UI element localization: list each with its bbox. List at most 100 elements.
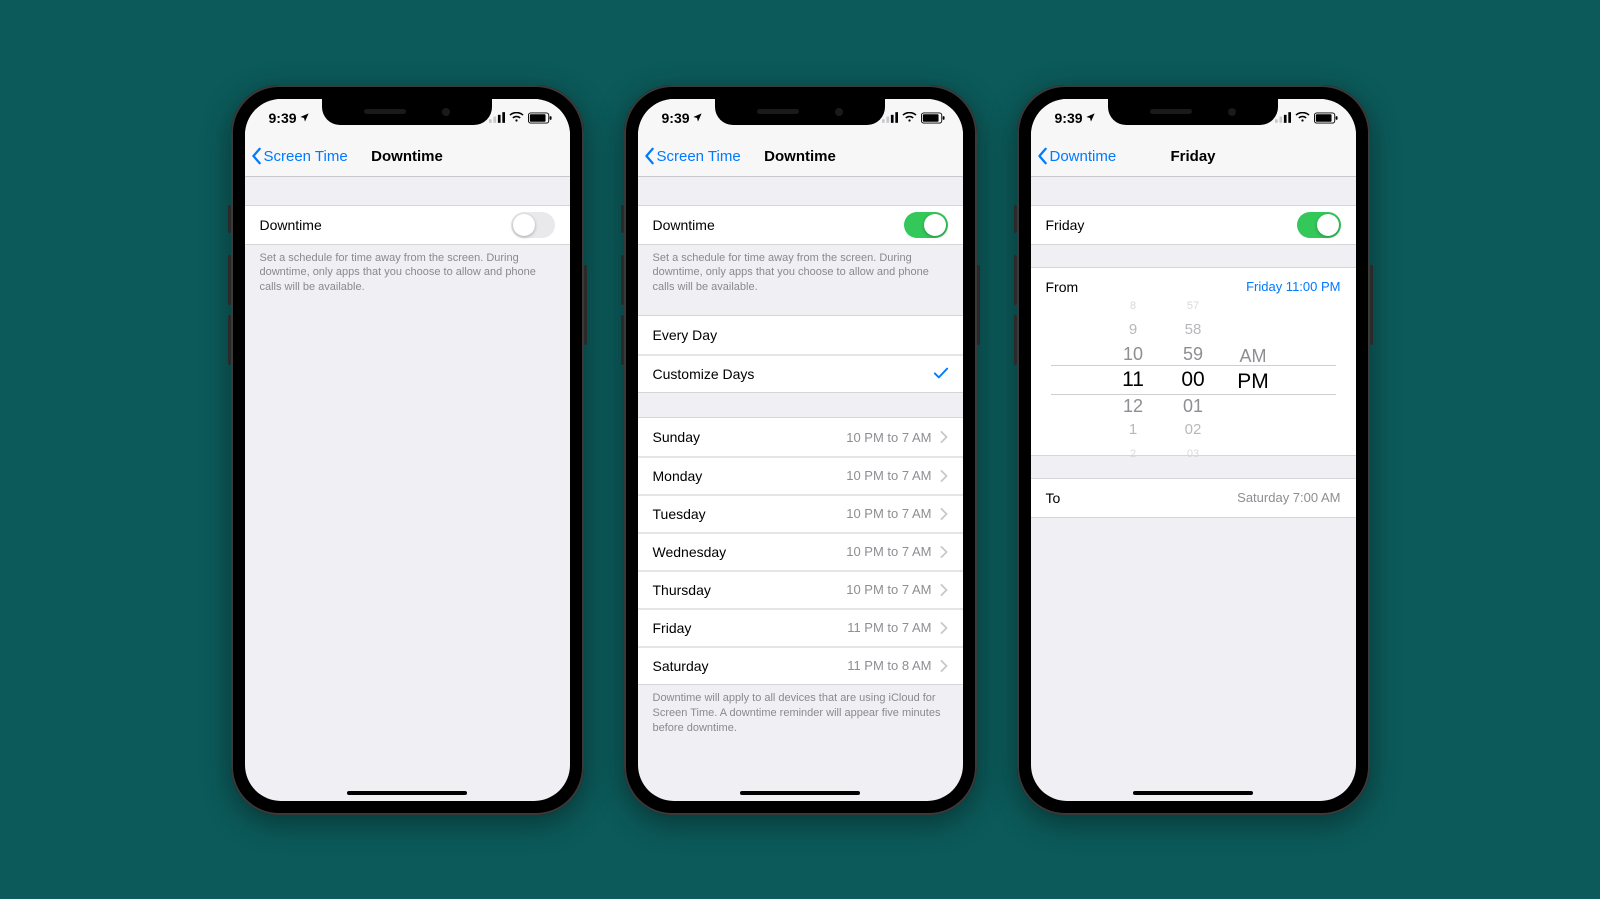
chevron-left-icon (644, 147, 656, 165)
picker-value: 00 (1181, 366, 1204, 394)
picker-value: 12 (1123, 394, 1143, 418)
picker-value: 02 (1185, 418, 1202, 442)
chevron-left-icon (1037, 147, 1049, 165)
nav-bar: Screen Time Downtime (245, 137, 570, 177)
time-range: 10 PM to 7 AM (846, 582, 931, 597)
downtime-toggle[interactable] (904, 212, 948, 238)
picker-minutes[interactable]: 57585900010203 (1163, 306, 1223, 455)
back-button[interactable]: Screen Time (644, 147, 741, 165)
to-group: To Saturday 7:00 AM (1031, 478, 1356, 518)
customize-days-row[interactable]: Customize Days (638, 354, 963, 392)
day-row-sunday[interactable]: Sunday10 PM to 7 AM (638, 418, 963, 456)
day-row-tuesday[interactable]: Tuesday10 PM to 7 AM (638, 494, 963, 532)
location-icon (299, 112, 310, 123)
chevron-right-icon (940, 546, 948, 558)
time-picker[interactable]: 8910111212 57585900010203 AMPM (1031, 306, 1356, 456)
phone-frame-3: 9:39 Downtime Friday Friday (1017, 85, 1370, 815)
battery-icon (1314, 112, 1338, 124)
volume-down-button (228, 315, 231, 365)
downtime-group: Downtime (245, 205, 570, 245)
notch (715, 99, 885, 125)
time-range: 10 PM to 7 AM (846, 506, 931, 521)
volume-up-button (621, 255, 624, 305)
row-label: To (1046, 490, 1238, 506)
row-label: Sunday (653, 429, 847, 445)
content-area: Downtime Set a schedule for time away fr… (245, 177, 570, 801)
schedule-mode-group: Every Day Customize Days (638, 315, 963, 393)
status-time: 9:39 (1055, 110, 1083, 126)
row-label: Saturday (653, 658, 848, 674)
mute-switch (1014, 205, 1017, 233)
location-icon (1085, 112, 1096, 123)
notch (322, 99, 492, 125)
row-label: Friday (1046, 217, 1297, 233)
picker-value: AM (1240, 344, 1267, 368)
every-day-row[interactable]: Every Day (638, 316, 963, 354)
content-area: Friday From Friday 11:00 PM 8910111212 5… (1031, 177, 1356, 801)
downtime-toggle-row[interactable]: Downtime (245, 206, 570, 244)
back-button[interactable]: Downtime (1037, 147, 1117, 165)
time-range: 10 PM to 7 AM (846, 430, 931, 445)
volume-down-button (621, 315, 624, 365)
time-range: 10 PM to 7 AM (846, 544, 931, 559)
volume-up-button (228, 255, 231, 305)
side-button (1370, 265, 1373, 345)
row-label: Thursday (653, 582, 847, 598)
time-range: 11 PM to 7 AM (847, 620, 931, 635)
picker-value: 8 (1130, 294, 1136, 318)
row-label: Monday (653, 468, 847, 484)
downtime-toggle-row[interactable]: Downtime (638, 206, 963, 244)
day-toggle[interactable] (1297, 212, 1341, 238)
side-button (584, 265, 587, 345)
back-label: Downtime (1050, 148, 1117, 165)
day-row-wednesday[interactable]: Wednesday10 PM to 7 AM (638, 532, 963, 570)
chevron-right-icon (940, 660, 948, 672)
picker-value: 58 (1185, 318, 1202, 342)
chevron-left-icon (251, 147, 263, 165)
back-button[interactable]: Screen Time (251, 147, 348, 165)
row-label: Friday (653, 620, 848, 636)
checkmark-icon (934, 366, 948, 382)
notch (1108, 99, 1278, 125)
day-row-friday[interactable]: Friday11 PM to 7 AM (638, 608, 963, 646)
chevron-right-icon (940, 584, 948, 596)
day-toggle-group: Friday (1031, 205, 1356, 245)
downtime-toggle[interactable] (511, 212, 555, 238)
picker-ampm[interactable]: AMPM (1223, 306, 1283, 455)
volume-down-button (1014, 315, 1017, 365)
picker-value: 9 (1129, 318, 1137, 342)
screen-1: 9:39 Screen Time Downtime Downtime (245, 99, 570, 801)
screen-2: 9:39 Screen Time Downtime Downtime (638, 99, 963, 801)
picker-value: PM (1237, 368, 1269, 396)
volume-up-button (1014, 255, 1017, 305)
cellular-icon (882, 112, 898, 123)
phone-frame-2: 9:39 Screen Time Downtime Downtime (624, 85, 977, 815)
row-label: Wednesday (653, 544, 847, 560)
location-icon (692, 112, 703, 123)
home-indicator[interactable] (740, 791, 860, 795)
row-label: Every Day (653, 327, 948, 343)
phone-frame-1: 9:39 Screen Time Downtime Downtime (231, 85, 584, 815)
nav-bar: Screen Time Downtime (638, 137, 963, 177)
time-range: 11 PM to 8 AM (847, 658, 931, 673)
cellular-icon (489, 112, 505, 123)
status-time: 9:39 (269, 110, 297, 126)
time-range: 10 PM to 7 AM (846, 468, 931, 483)
picker-hours[interactable]: 8910111212 (1103, 306, 1163, 455)
home-indicator[interactable] (1133, 791, 1253, 795)
day-row-monday[interactable]: Monday10 PM to 7 AM (638, 456, 963, 494)
side-button (977, 265, 980, 345)
from-value: Friday 11:00 PM (1246, 279, 1340, 294)
day-row-thursday[interactable]: Thursday10 PM to 7 AM (638, 570, 963, 608)
battery-icon (921, 112, 945, 124)
picker-value: 57 (1187, 294, 1199, 318)
wifi-icon (509, 112, 524, 123)
to-row[interactable]: To Saturday 7:00 AM (1031, 479, 1356, 517)
wifi-icon (1295, 112, 1310, 123)
screen-3: 9:39 Downtime Friday Friday (1031, 99, 1356, 801)
day-row-saturday[interactable]: Saturday11 PM to 8 AM (638, 646, 963, 684)
mute-switch (228, 205, 231, 233)
day-toggle-row[interactable]: Friday (1031, 206, 1356, 244)
wifi-icon (902, 112, 917, 123)
home-indicator[interactable] (347, 791, 467, 795)
